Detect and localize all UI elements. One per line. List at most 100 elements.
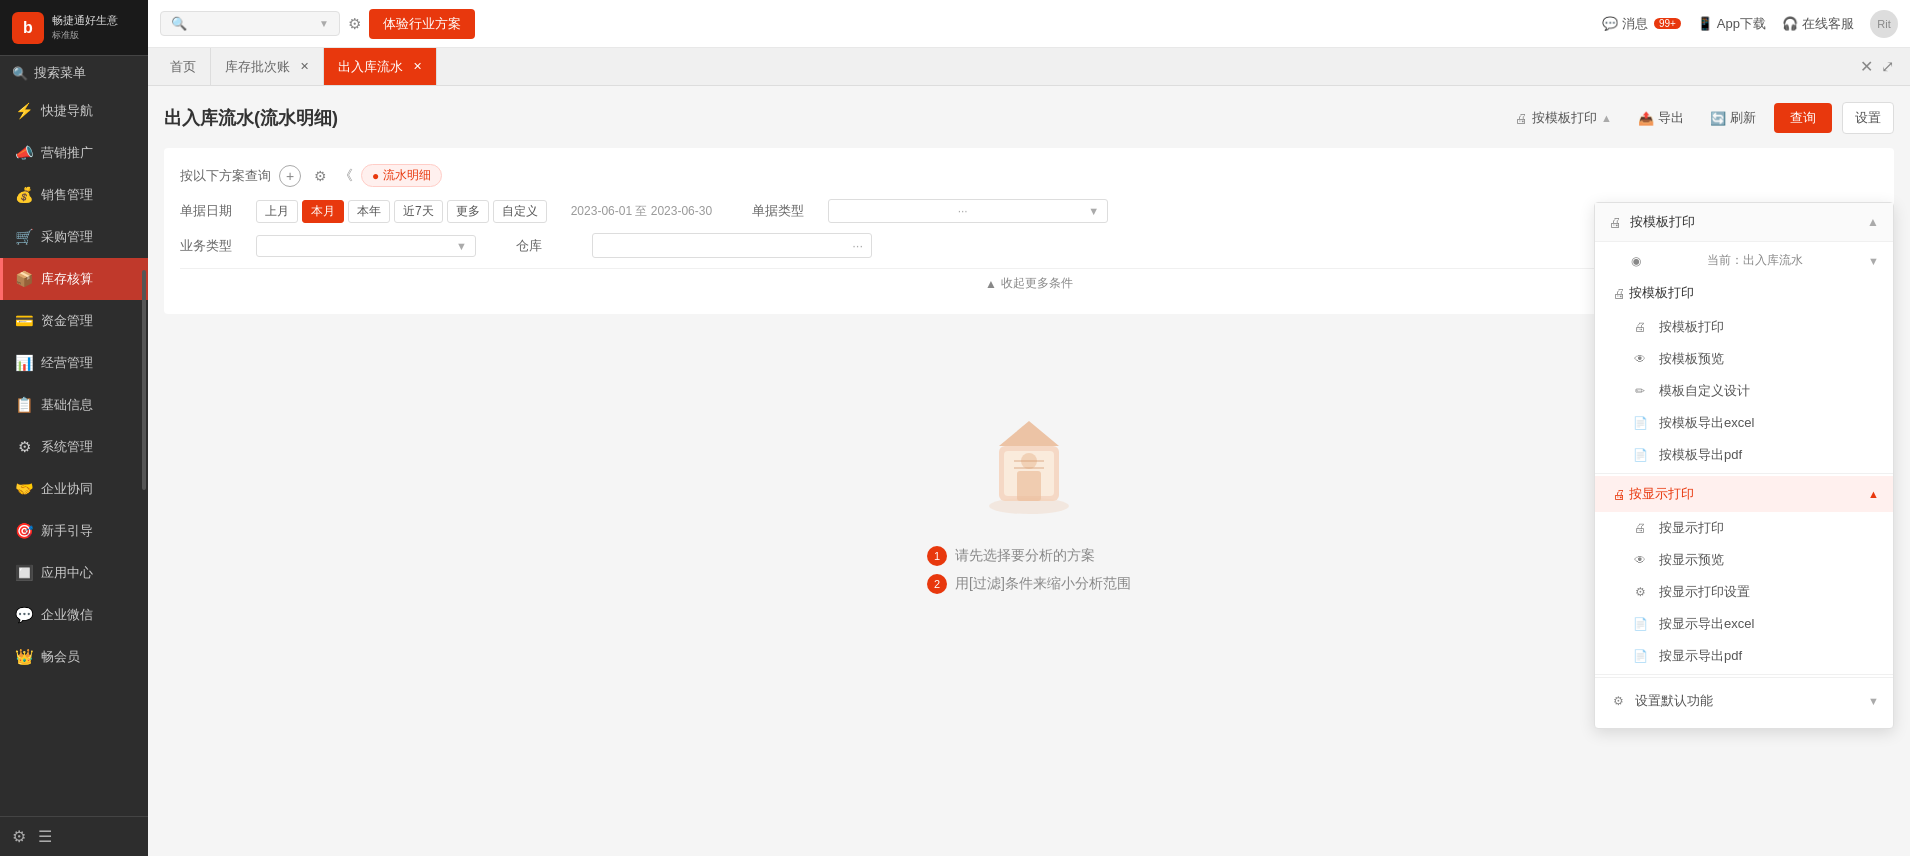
sidebar-item-apps[interactable]: 🔲 应用中心 [0,552,148,594]
dropdown-item-display-excel[interactable]: 📄 按显示导出excel [1595,608,1893,640]
dropdown-item-display-settings[interactable]: ⚙ 按显示打印设置 [1595,576,1893,608]
dropdown-item-template-excel[interactable]: 📄 按模板导出excel [1595,407,1893,439]
sidebar-item-quick-nav[interactable]: ⚡ 快捷导航 [0,90,148,132]
date-btn-more[interactable]: 更多 [447,200,489,223]
bill-type-more-btn[interactable]: ··· [958,204,968,218]
dropdown-item-template-custom[interactable]: ✏ 模板自定义设计 [1595,375,1893,407]
page-content-area: 出入库流水(流水明细) 🖨 按模板打印 ▲ 📤 导出 🔄 刷新 [148,86,1910,856]
warehouse-more-btn[interactable]: ··· [852,238,863,253]
tab-home[interactable]: 首页 [156,48,211,85]
tab-expand-button[interactable]: ⤢ [1881,57,1894,76]
dropdown-item-template-print[interactable]: 🖨 按模板打印 [1595,311,1893,343]
topbar-search-box[interactable]: 🔍 ▼ [160,11,340,36]
app-title: 畅捷通好生意 [52,13,118,28]
dropdown-collapse-icon[interactable]: ▲ [1867,215,1879,229]
date-btn-custom[interactable]: 自定义 [493,200,547,223]
print-template-btn[interactable]: 🖨 按模板打印 ▲ [1507,105,1620,131]
sidebar-item-wechat[interactable]: 💬 企业微信 [0,594,148,636]
sidebar-item-finance[interactable]: 💳 资金管理 [0,300,148,342]
template-print-section-label: 按模板打印 [1629,284,1879,302]
dropdown-section-template-header[interactable]: 🖨 按模板打印 [1595,275,1893,311]
beginner-icon: 🎯 [15,522,33,540]
dropdown-item-template-preview[interactable]: 👁 按模板预览 [1595,343,1893,375]
business-type-select[interactable]: ▼ [256,235,476,257]
collapse-label: 收起更多条件 [1001,275,1073,292]
sidebar-item-beginner[interactable]: 🎯 新手引导 [0,510,148,552]
warehouse-select[interactable]: ··· [592,233,872,258]
svg-marker-3 [999,421,1059,446]
footer-menu-icon[interactable]: ☰ [38,827,52,846]
quick-nav-icon: ⚡ [15,102,33,120]
sidebar-item-inventory[interactable]: 📦 库存核算 [0,258,148,300]
business-type-label: 业务类型 [180,237,240,255]
search-icon: 🔍 [12,66,28,81]
display-preview-label: 按显示预览 [1659,551,1724,569]
date-btn-this-year[interactable]: 本年 [348,200,390,223]
dropdown-item-display-preview[interactable]: 👁 按显示预览 [1595,544,1893,576]
topbar-gear-icon[interactable]: ⚙ [348,15,361,33]
sidebar-item-system[interactable]: ⚙ 系统管理 [0,426,148,468]
date-range-display: 2023-06-01 至 2023-06-30 [571,203,712,220]
search-icon: 🔍 [171,16,187,31]
dropdown-item-display-pdf[interactable]: 📄 按显示导出pdf [1595,640,1893,672]
online-service-action[interactable]: 🎧 在线客服 [1782,15,1854,33]
tab-inventory-batch[interactable]: 库存批次账 ✕ [211,48,324,85]
template-print-label: 按模板打印 [1659,318,1724,336]
user-profile[interactable]: Rit [1870,10,1898,38]
date-btn-last-7-days[interactable]: 近7天 [394,200,443,223]
tab-close-button[interactable]: ✕ [1860,57,1873,76]
sidebar-item-sales[interactable]: 💰 销售管理 [0,174,148,216]
step-1-num: 1 [927,546,947,566]
search-menu-item[interactable]: 🔍 搜索菜单 [0,56,148,90]
sidebar-item-operation[interactable]: 📊 经营管理 [0,342,148,384]
sidebar: b 畅捷通好生意 标准版 🔍 搜索菜单 ⚡ 快捷导航 📣 营销推广 💰 销售管理 [0,0,148,856]
filter-settings-button[interactable]: ⚙ [309,165,331,187]
sidebar-item-enterprise[interactable]: 🤝 企业协同 [0,468,148,510]
template-preview-icon: 👁 [1631,350,1649,368]
date-btn-this-month[interactable]: 本月 [302,200,344,223]
sidebar-item-membership[interactable]: 👑 畅会员 [0,636,148,678]
dropdown-footer-divider [1595,674,1893,675]
online-service-label: 在线客服 [1802,15,1854,33]
dropdown-item-display-print[interactable]: 🖨 按显示打印 [1595,512,1893,544]
bill-type-label: 单据类型 [752,202,812,220]
tab-inventory-batch-close[interactable]: ✕ [300,60,309,73]
sidebar-item-basic[interactable]: 📋 基础信息 [0,384,148,426]
dropdown-default-settings[interactable]: ⚙ 设置默认功能 ▼ [1609,686,1879,716]
footer-settings-icon[interactable]: ⚙ [12,827,26,846]
bill-type-select[interactable]: ··· ▼ [828,199,1108,223]
refresh-btn[interactable]: 🔄 刷新 [1702,105,1764,131]
refresh-icon: 🔄 [1710,111,1726,126]
sidebar-item-purchase[interactable]: 🛒 采购管理 [0,216,148,258]
page-title: 出入库流水(流水明细) [164,106,338,130]
trial-industry-button[interactable]: 体验行业方案 [369,9,475,39]
filter-tag-item[interactable]: ● 流水明细 [361,164,442,187]
dropdown-current-label: 当前：出入库流水 [1707,252,1803,269]
tab-stock-flow-close[interactable]: ✕ [413,60,422,73]
sidebar-item-label: 应用中心 [41,564,93,582]
topbar-actions: 💬 消息 99+ 📱 App下载 🎧 在线客服 Rit [1602,10,1898,38]
filter-collapse-button[interactable]: 《 [339,167,353,185]
empty-step-2: 2 用[过滤]条件来缩小分析范围 [927,574,1131,594]
purchase-icon: 🛒 [15,228,33,246]
print-btn-label: 按模板打印 [1532,109,1597,127]
sidebar-item-marketing[interactable]: 📣 营销推广 [0,132,148,174]
date-btn-last-month[interactable]: 上月 [256,200,298,223]
app-download-action[interactable]: 📱 App下载 [1697,15,1766,33]
dropdown-item-template-pdf[interactable]: 📄 按模板导出pdf [1595,439,1893,471]
export-btn[interactable]: 📤 导出 [1630,105,1692,131]
message-badge: 99+ [1654,18,1681,29]
sidebar-item-label: 库存核算 [41,270,93,288]
template-pdf-icon: 📄 [1631,446,1649,464]
filter-add-button[interactable]: + [279,165,301,187]
settings-button[interactable]: 设置 [1842,102,1894,134]
print-icon: 🖨 [1515,111,1528,126]
message-action[interactable]: 💬 消息 99+ [1602,15,1681,33]
query-button[interactable]: 查询 [1774,103,1832,133]
bill-type-dropdown-icon: ▼ [1088,205,1099,217]
topbar-search-input[interactable] [193,17,313,31]
sidebar-item-label: 系统管理 [41,438,93,456]
tab-stock-flow[interactable]: 出入库流水 ✕ [324,48,437,85]
topbar-search-dropdown-icon[interactable]: ▼ [319,18,329,29]
dropdown-section-display-header[interactable]: 🖨 按显示打印 ▲ [1595,476,1893,512]
